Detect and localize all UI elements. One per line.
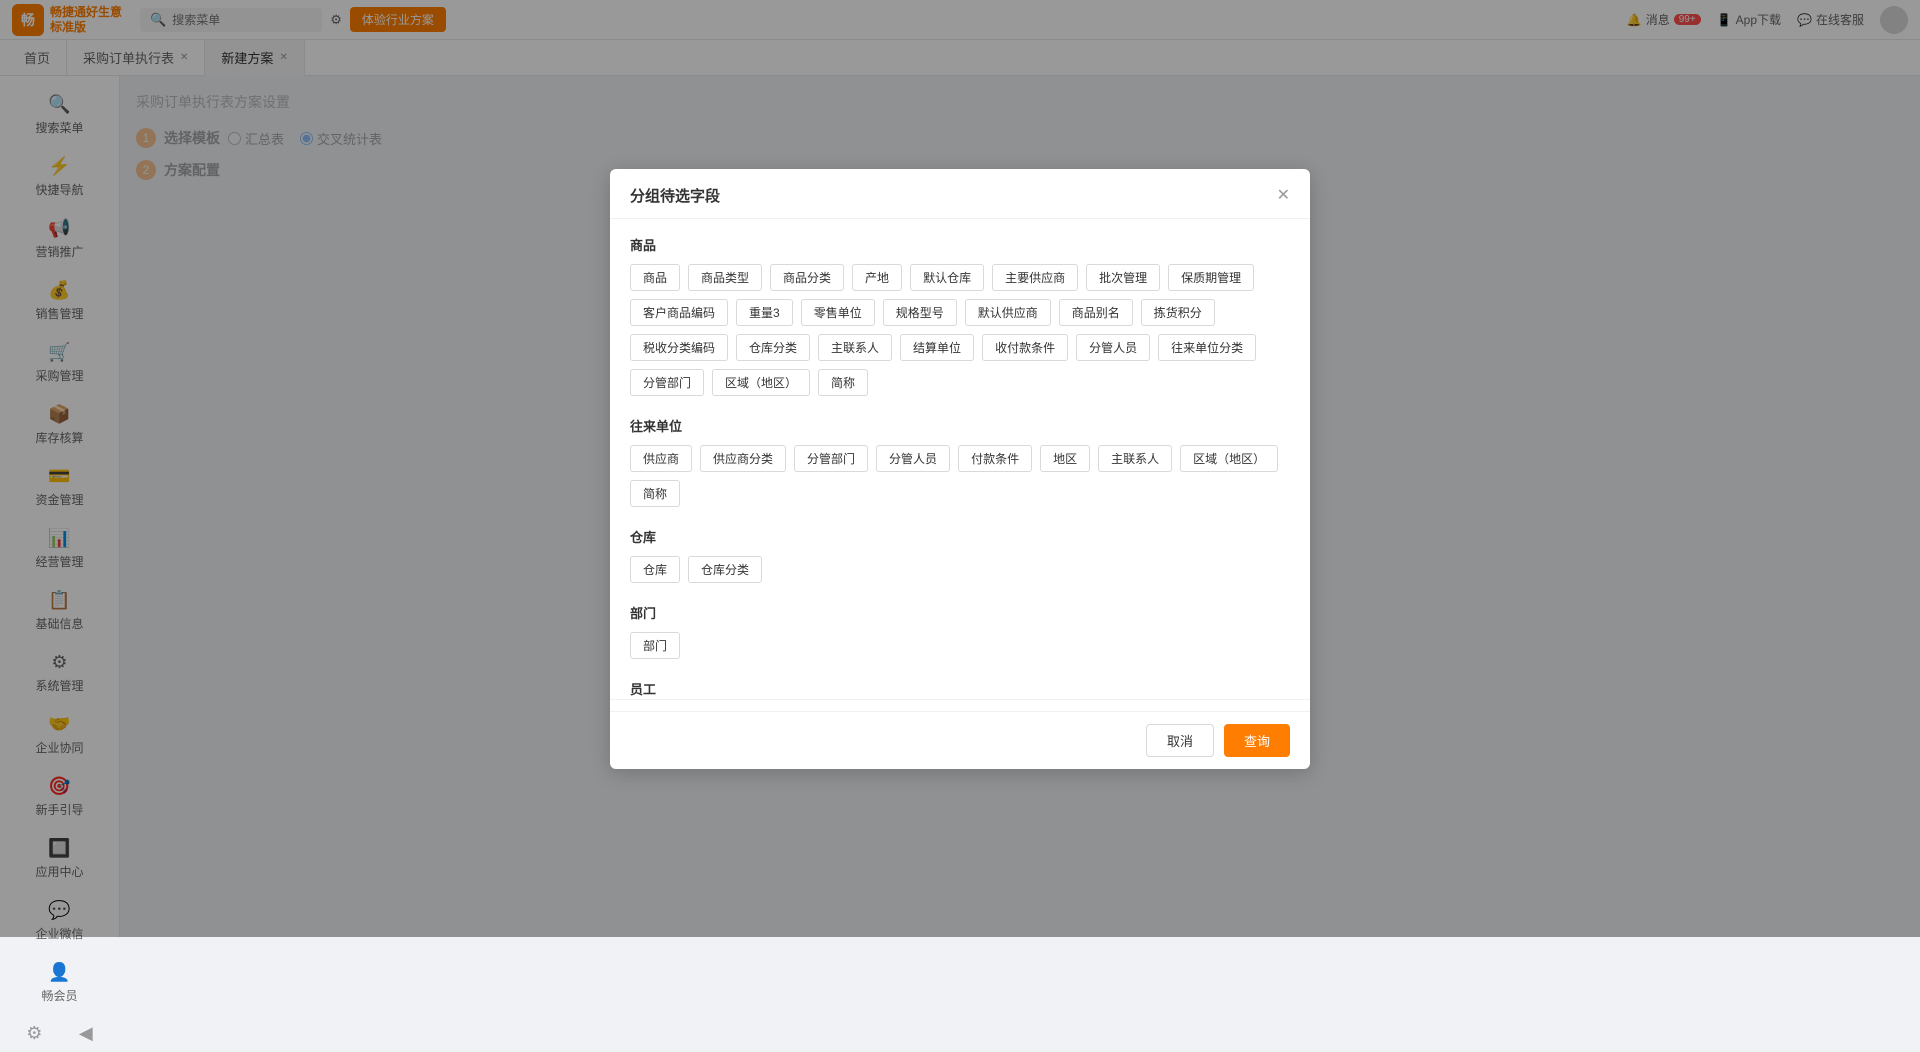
field-pay-condition[interactable]: 付款条件	[958, 445, 1032, 472]
field-manager[interactable]: 分管人员	[1076, 334, 1150, 361]
field-origin[interactable]: 产地	[852, 264, 902, 291]
modal-footer: 取消 查询	[610, 711, 1310, 769]
field-manage-dept[interactable]: 分管部门	[630, 369, 704, 396]
field-settlement-unit[interactable]: 结算单位	[900, 334, 974, 361]
section-department: 部门 部门	[630, 603, 1290, 659]
modal-title: 分组待选字段	[630, 185, 720, 206]
field-goods-type[interactable]: 商品类型	[688, 264, 762, 291]
sidebar-collapse-btn[interactable]: ◀	[79, 1023, 93, 1044]
section-warehouse: 仓库 仓库 仓库分类	[630, 527, 1290, 583]
section-employee-label: 员工	[630, 679, 1290, 698]
field-tax-code[interactable]: 税收分类编码	[630, 334, 728, 361]
sidebar-bottom: ⚙ ◀	[0, 1014, 119, 1052]
modal-horizontal-scrollbar[interactable]	[610, 699, 1310, 711]
cancel-button[interactable]: 取消	[1146, 724, 1214, 757]
field-default-warehouse[interactable]: 默认仓库	[910, 264, 984, 291]
field-warehouse[interactable]: 仓库	[630, 556, 680, 583]
member-icon: 👤	[48, 962, 70, 983]
modal-body: 商品 商品 商品类型 商品分类 产地 默认仓库 主要供应商 批次管理 保质期管理…	[610, 219, 1310, 699]
field-related-unit-category[interactable]: 往来单位分类	[1158, 334, 1256, 361]
field-staff-manage[interactable]: 分管人员	[876, 445, 950, 472]
field-dept-manage[interactable]: 分管部门	[794, 445, 868, 472]
section-goods-label: 商品	[630, 235, 1290, 254]
modal-close-btn[interactable]: ✕	[1277, 185, 1290, 205]
field-batch-manage[interactable]: 批次管理	[1086, 264, 1160, 291]
field-payment-terms[interactable]: 收付款条件	[982, 334, 1068, 361]
field-region-area[interactable]: 区域（地区）	[712, 369, 810, 396]
sidebar-settings-btn[interactable]: ⚙	[26, 1023, 42, 1044]
confirm-button[interactable]: 查询	[1224, 724, 1290, 757]
section-goods: 商品 商品 商品类型 商品分类 产地 默认仓库 主要供应商 批次管理 保质期管理…	[630, 235, 1290, 396]
warehouse-field-list: 仓库 仓库分类	[630, 556, 1290, 583]
field-short-name2[interactable]: 简称	[630, 480, 680, 507]
field-short-name[interactable]: 简称	[818, 369, 868, 396]
goods-field-list: 商品 商品类型 商品分类 产地 默认仓库 主要供应商 批次管理 保质期管理 客户…	[630, 264, 1290, 396]
field-main-supplier[interactable]: 主要供应商	[992, 264, 1078, 291]
section-related-unit-label: 往来单位	[630, 416, 1290, 435]
field-main-contact[interactable]: 主联系人	[818, 334, 892, 361]
sidebar-item-member[interactable]: 👤 畅会员	[0, 952, 119, 1014]
field-region-area2[interactable]: 区域（地区）	[1180, 445, 1278, 472]
field-goods-category[interactable]: 商品分类	[770, 264, 844, 291]
department-field-list: 部门	[630, 632, 1290, 659]
field-retail-unit[interactable]: 零售单位	[801, 299, 875, 326]
field-spec-model[interactable]: 规格型号	[883, 299, 957, 326]
field-selection-modal: 分组待选字段 ✕ 商品 商品 商品类型 商品分类 产地 默认仓库 主要供应商 批…	[610, 169, 1310, 769]
field-supplier[interactable]: 供应商	[630, 445, 692, 472]
related-unit-field-list: 供应商 供应商分类 分管部门 分管人员 付款条件 地区 主联系人 区域（地区） …	[630, 445, 1290, 507]
field-weight3[interactable]: 重量3	[736, 299, 793, 326]
field-goods[interactable]: 商品	[630, 264, 680, 291]
field-default-supplier[interactable]: 默认供应商	[965, 299, 1051, 326]
modal-header: 分组待选字段 ✕	[610, 169, 1310, 219]
field-goods-alias[interactable]: 商品别名	[1059, 299, 1133, 326]
section-department-label: 部门	[630, 603, 1290, 622]
field-warehouse-category[interactable]: 仓库分类	[736, 334, 810, 361]
field-quality-period[interactable]: 保质期管理	[1168, 264, 1254, 291]
sidebar-member-label: 畅会员	[41, 987, 77, 1004]
section-warehouse-label: 仓库	[630, 527, 1290, 546]
field-warehouse-category2[interactable]: 仓库分类	[688, 556, 762, 583]
section-related-unit: 往来单位 供应商 供应商分类 分管部门 分管人员 付款条件 地区 主联系人 区域…	[630, 416, 1290, 507]
section-employee: 员工 业务员	[630, 679, 1290, 699]
field-main-contact2[interactable]: 主联系人	[1098, 445, 1172, 472]
field-pick-points[interactable]: 拣货积分	[1141, 299, 1215, 326]
field-district[interactable]: 地区	[1040, 445, 1090, 472]
field-department[interactable]: 部门	[630, 632, 680, 659]
field-supplier-category[interactable]: 供应商分类	[700, 445, 786, 472]
field-customer-goods-code[interactable]: 客户商品编码	[630, 299, 728, 326]
